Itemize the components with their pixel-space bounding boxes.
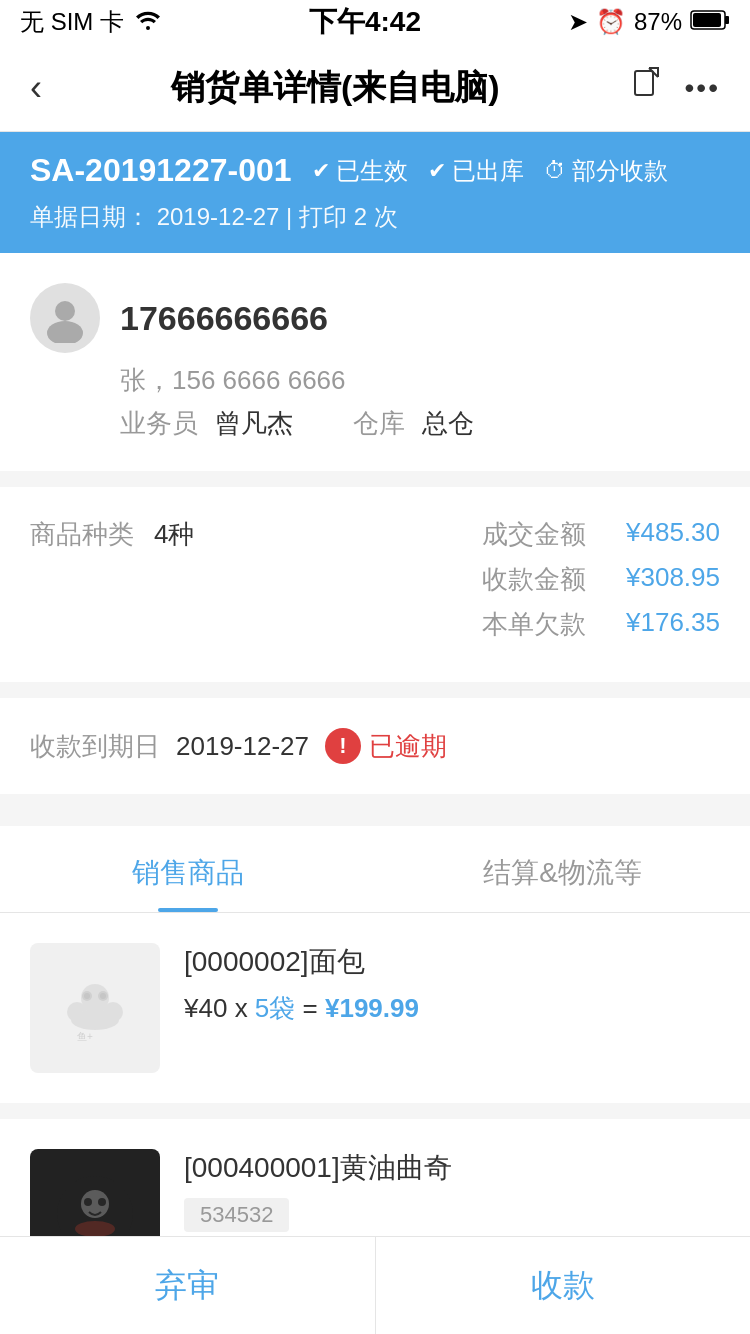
svg-rect-3 [635, 71, 653, 95]
badge-shipped: ✔ 已出库 [428, 155, 524, 187]
more-button[interactable]: ••• [685, 72, 720, 104]
amount-row: 成交金额 ¥485.30 [482, 517, 720, 552]
badge-effective: ✔ 已生效 [312, 155, 408, 187]
avatar [30, 283, 100, 353]
debt-label: 本单欠款 [482, 607, 586, 642]
battery-text: 87% [634, 8, 682, 36]
svg-text:鱼+: 鱼+ [77, 1031, 93, 1042]
svg-point-21 [98, 1198, 106, 1206]
section-divider [0, 810, 750, 826]
product-price-1: ¥40 x 5袋 = ¥199.99 [184, 991, 720, 1026]
battery-icon [690, 8, 730, 36]
product-tag-2: 534532 [184, 1198, 289, 1232]
warehouse-label: 仓库 [353, 408, 405, 438]
list-item: 鱼+ [0000002]面包 ¥40 x 5袋 = ¥199.99 [0, 913, 750, 1103]
print-info: | 打印 2 次 [286, 203, 398, 230]
product-thumbnail-1: 鱼+ [30, 943, 160, 1073]
product-total-1: ¥199.99 [325, 993, 419, 1023]
svg-rect-2 [693, 13, 721, 27]
location-icon: ➤ [568, 8, 588, 36]
shipped-icon: ✔ [428, 158, 446, 184]
tab-settlement[interactable]: 结算&物流等 [375, 826, 750, 912]
status-bar-time: 下午4:42 [309, 3, 421, 41]
effective-icon: ✔ [312, 158, 330, 184]
status-bar-left: 无 SIM 卡 [20, 6, 162, 38]
date-label: 单据日期： [30, 203, 150, 230]
product-name-2: [000400001]黄油曲奇 [184, 1149, 720, 1187]
overdue-badge: ! 已逾期 [325, 728, 447, 764]
svg-point-20 [84, 1198, 92, 1206]
header-banner: SA-20191227-001 ✔ 已生效 ✔ 已出库 ⏱ 部分收款 单据日期：… [0, 132, 750, 253]
amount-label: 成交金额 [482, 517, 586, 552]
svg-rect-1 [725, 16, 729, 24]
customer-name: 张，156 6666 6666 [120, 363, 720, 398]
svg-point-5 [55, 301, 75, 321]
svg-point-18 [75, 1221, 115, 1237]
nav-bar-right: ••• [629, 65, 720, 110]
nav-bar: ‹ 销货单详情(来自电脑) ••• [0, 44, 750, 132]
debt-row: 本单欠款 ¥176.35 [482, 607, 720, 642]
page-title: 销货单详情(来自电脑) [171, 65, 500, 111]
received-label: 收款金额 [482, 562, 586, 597]
type-count: 4种 [154, 517, 194, 552]
amount-value: ¥485.30 [626, 517, 720, 552]
summary-section: 商品种类 4种 成交金额 ¥485.30 收款金额 ¥308.95 本单欠款 ¥… [0, 487, 750, 682]
overdue-text: 已逾期 [369, 729, 447, 764]
received-value: ¥308.95 [626, 562, 720, 597]
back-button[interactable]: ‹ [30, 67, 42, 109]
status-bar: 无 SIM 卡 下午4:42 ➤ ⏰ 87% [0, 0, 750, 44]
header-date-info: 单据日期： 2019-12-27 | 打印 2 次 [30, 201, 720, 233]
nav-bar-left: ‹ [30, 67, 42, 109]
sales-value: 曾凡杰 [215, 408, 293, 438]
header-banner-top: SA-20191227-001 ✔ 已生效 ✔ 已出库 ⏱ 部分收款 [30, 152, 720, 189]
share-button[interactable] [629, 65, 665, 110]
product-name-1: [0000002]面包 [184, 943, 720, 981]
confirm-payment-button[interactable]: 收款 [376, 1237, 751, 1334]
tab-sales-products[interactable]: 销售商品 [0, 826, 375, 912]
type-label: 商品种类 [30, 517, 134, 552]
customer-section: 17666666666 张，156 6666 6666 业务员 曾凡杰 仓库 总… [0, 253, 750, 471]
partial-payment-icon: ⏱ [544, 158, 566, 184]
customer-phone: 17666666666 [120, 299, 328, 338]
svg-point-6 [47, 321, 83, 343]
due-date: 2019-12-27 [176, 731, 309, 762]
tabs-row: 销售商品 结算&物流等 [0, 826, 750, 912]
tabs-section: 销售商品 结算&物流等 [0, 826, 750, 913]
product-qty-1: 5袋 [255, 993, 295, 1023]
sales-meta: 业务员 曾凡杰 [120, 406, 293, 441]
svg-point-11 [71, 1010, 119, 1030]
status-bar-right: ➤ ⏰ 87% [568, 8, 730, 36]
svg-point-14 [84, 993, 90, 999]
carrier-text: 无 SIM 卡 [20, 6, 124, 38]
cancel-button[interactable]: 弃审 [0, 1237, 376, 1334]
due-section: 收款到期日 2019-12-27 ! 已逾期 [0, 698, 750, 794]
product-info-1: [0000002]面包 ¥40 x 5袋 = ¥199.99 [184, 943, 720, 1026]
badge-partial-payment: ⏱ 部分收款 [544, 155, 668, 187]
summary-grid: 商品种类 4种 成交金额 ¥485.30 收款金额 ¥308.95 本单欠款 ¥… [30, 517, 720, 652]
summary-right: 成交金额 ¥485.30 收款金额 ¥308.95 本单欠款 ¥176.35 [482, 517, 720, 652]
wifi-icon [134, 8, 162, 36]
debt-value: ¥176.35 [626, 607, 720, 642]
received-row: 收款金额 ¥308.95 [482, 562, 720, 597]
summary-left: 商品种类 4种 [30, 517, 194, 552]
warehouse-meta: 仓库 总仓 [353, 406, 474, 441]
warehouse-value: 总仓 [422, 408, 474, 438]
order-date: 2019-12-27 [157, 203, 280, 230]
due-label: 收款到期日 [30, 729, 160, 764]
customer-meta: 业务员 曾凡杰 仓库 总仓 [120, 406, 720, 441]
customer-row: 17666666666 [30, 283, 720, 353]
order-id: SA-20191227-001 [30, 152, 292, 189]
svg-point-15 [100, 993, 106, 999]
overdue-icon: ! [325, 728, 361, 764]
bottom-bar: 弃审 收款 [0, 1236, 750, 1334]
alarm-icon: ⏰ [596, 8, 626, 36]
sales-label: 业务员 [120, 408, 198, 438]
